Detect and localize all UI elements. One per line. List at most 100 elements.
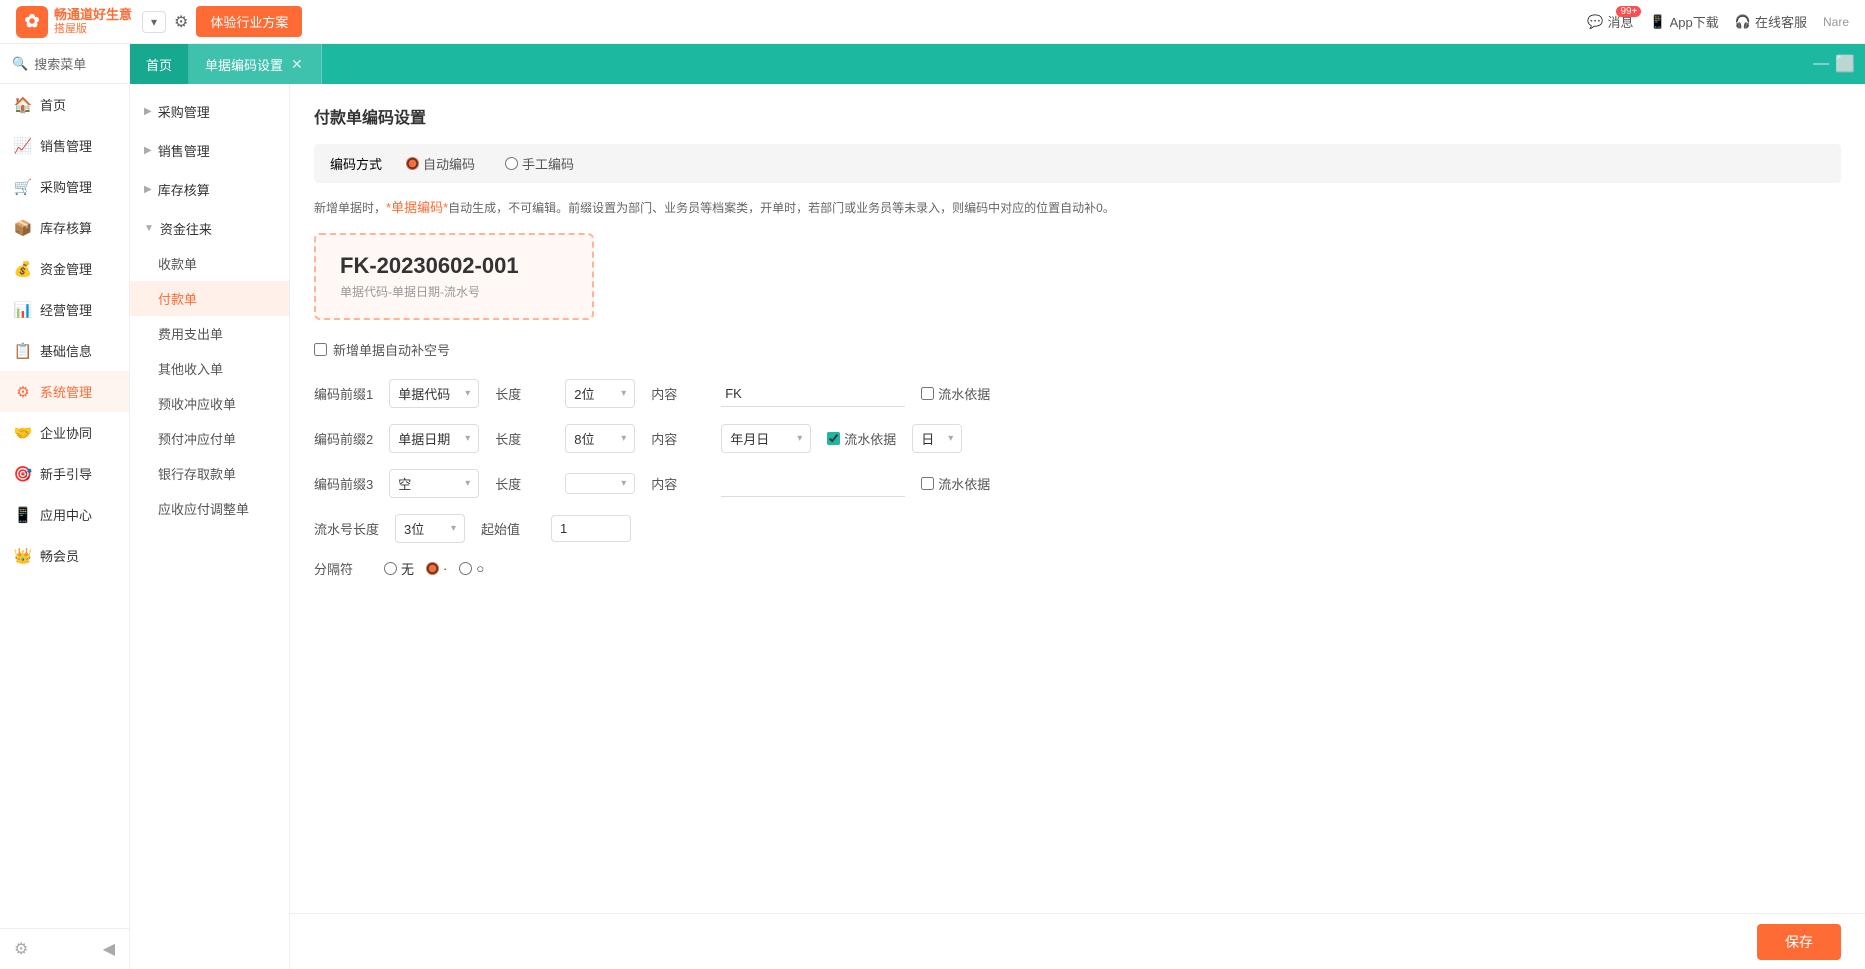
- prefix2-select[interactable]: 单据日期 ▾: [389, 424, 479, 453]
- stream1-checkbox[interactable]: [921, 387, 934, 400]
- sep-none-label[interactable]: 无: [384, 559, 414, 578]
- sidebar-item-collab[interactable]: 🤝 企业协同: [0, 412, 129, 453]
- sep-circle-radio[interactable]: [459, 562, 472, 575]
- auto-code-radio[interactable]: [406, 157, 419, 170]
- tab-close-button[interactable]: ✕: [289, 57, 305, 71]
- online-service-button[interactable]: 🎧 在线客服: [1735, 12, 1807, 31]
- coding-method-label: 编码方式: [330, 154, 382, 173]
- preview-code: FK-20230602-001: [340, 253, 568, 279]
- content2-select[interactable]: 年月日 ▾: [721, 424, 811, 453]
- dropdown-button[interactable]: ▾: [142, 11, 166, 33]
- sidebar-collapse-icon[interactable]: ◀: [103, 939, 115, 959]
- service-label: 在线客服: [1755, 12, 1807, 31]
- search-label: 搜索菜单: [34, 54, 86, 73]
- auto-fill-checkbox[interactable]: [314, 343, 327, 356]
- stream2-check-label[interactable]: 流水依据: [827, 429, 896, 448]
- trial-button[interactable]: 体验行业方案: [196, 6, 302, 37]
- length1-select[interactable]: 2位 ▾: [565, 379, 635, 408]
- start-value-input[interactable]: [551, 515, 631, 542]
- sep-dot-label[interactable]: ·: [426, 561, 447, 576]
- sub-menu-item-other-income[interactable]: 其他收入单: [130, 351, 289, 386]
- sidebar-item-apps[interactable]: 📱 应用中心: [0, 494, 129, 535]
- stream2-period-select[interactable]: 日 ▾: [912, 424, 962, 453]
- sub-menu-inventory-header[interactable]: ▶ 库存核算: [130, 172, 289, 207]
- settings-icon-button[interactable]: ⚙: [174, 12, 188, 32]
- separator-label: 分隔符: [314, 559, 368, 578]
- sidebar-item-purchase[interactable]: 🛒 采购管理: [0, 166, 129, 207]
- chevron-down-icon: ▾: [621, 433, 626, 444]
- tab-minimize-button[interactable]: —: [1813, 55, 1829, 73]
- sub-menu-capital-header[interactable]: ▼ 资金往来: [130, 211, 289, 246]
- prefix1-select[interactable]: 单据代码 ▾: [389, 379, 479, 408]
- username-label: Nare: [1823, 15, 1849, 29]
- sidebar-item-inventory[interactable]: 📦 库存核算: [0, 207, 129, 248]
- sales-icon: 📈: [14, 137, 32, 155]
- sep-circle-label[interactable]: ○: [459, 561, 484, 576]
- length2-select[interactable]: 8位 ▾: [565, 424, 635, 453]
- length3-label: 长度: [495, 474, 549, 493]
- sub-menu-item-advance-recv[interactable]: 预收冲应收单: [130, 386, 289, 421]
- top-bar-right: 💬 消息 99+ 📱 App下载 🎧 在线客服 Nare: [1587, 12, 1849, 31]
- sub-menu-sales-header[interactable]: ▶ 销售管理: [130, 133, 289, 168]
- sub-menu-group-inventory: ▶ 库存核算: [130, 172, 289, 207]
- sidebar-item-finance[interactable]: 💰 资金管理: [0, 248, 129, 289]
- auto-code-label: 自动编码: [423, 154, 475, 173]
- tab-maximize-button[interactable]: ⬜: [1835, 54, 1855, 74]
- sub-menu-item-expense[interactable]: 费用支出单: [130, 316, 289, 351]
- content1-input: [721, 381, 905, 407]
- length2-label: 长度: [495, 429, 549, 448]
- manual-code-radio-label[interactable]: 手工编码: [505, 154, 574, 173]
- content3-input[interactable]: [721, 471, 905, 497]
- chevron-down-icon: ▾: [451, 523, 456, 534]
- logo-text: 畅通道好生意 搭屋版: [54, 7, 132, 36]
- sep-none-radio[interactable]: [384, 562, 397, 575]
- page-title: 付款单编码设置: [314, 104, 1841, 128]
- length3-select[interactable]: ▾: [565, 473, 635, 494]
- sidebar-item-sales[interactable]: 📈 销售管理: [0, 125, 129, 166]
- stream2-label: 流水依据: [844, 429, 896, 448]
- sidebar-item-label: 资金管理: [40, 259, 92, 278]
- sidebar-search[interactable]: 🔍 搜索菜单: [0, 44, 129, 84]
- sidebar-item-basic[interactable]: 📋 基础信息: [0, 330, 129, 371]
- message-button[interactable]: 💬 消息 99+: [1587, 12, 1633, 31]
- sub-menu-item-receipt[interactable]: 收款单: [130, 246, 289, 281]
- sub-menu-item-adjust[interactable]: 应收应付调整单: [130, 491, 289, 526]
- home-tab-label: 首页: [146, 55, 172, 74]
- sidebar-settings-icon[interactable]: ⚙: [14, 939, 28, 959]
- stream2-checkbox[interactable]: [827, 432, 840, 445]
- sub-menu-purchase-header[interactable]: ▶ 采购管理: [130, 94, 289, 129]
- search-icon: 🔍: [12, 56, 28, 72]
- chevron-down-icon: ▾: [621, 478, 626, 489]
- stream3-label: 流水依据: [938, 474, 990, 493]
- app-download-button[interactable]: 📱 App下载: [1649, 12, 1718, 31]
- sidebar-item-system[interactable]: ⚙ 系统管理: [0, 371, 129, 412]
- serial-length-select[interactable]: 3位 ▾: [395, 514, 465, 543]
- auto-code-radio-label[interactable]: 自动编码: [406, 154, 475, 173]
- sidebar-item-operation[interactable]: 📊 经营管理: [0, 289, 129, 330]
- stream3-checkbox[interactable]: [921, 477, 934, 490]
- sub-menu-item-advance-pay[interactable]: 预付冲应付单: [130, 421, 289, 456]
- stream3-check-label[interactable]: 流水依据: [921, 474, 990, 493]
- sidebar-item-guide[interactable]: 🎯 新手引导: [0, 453, 129, 494]
- serial-length-label: 流水号长度: [314, 519, 379, 538]
- page-content: 付款单编码设置 编码方式 自动编码 手工编码: [290, 84, 1865, 969]
- sub-menu-item-payment[interactable]: 付款单: [130, 281, 289, 316]
- sub-menu-item-bank[interactable]: 银行存取款单: [130, 456, 289, 491]
- stream1-check-label[interactable]: 流水依据: [921, 384, 990, 403]
- config-row-3: 编码前缀3 空 ▾ 长度 ▾ 内容: [314, 469, 1841, 498]
- sidebar-item-home[interactable]: 🏠 首页: [0, 84, 129, 125]
- save-button[interactable]: 保存: [1757, 924, 1841, 960]
- manual-code-radio[interactable]: [505, 157, 518, 170]
- chevron-down-icon: ▾: [621, 388, 626, 399]
- tab-doc-code-settings[interactable]: 单据编码设置 ✕: [189, 44, 322, 84]
- prefix2-value: 单据日期: [398, 429, 450, 448]
- sidebar-item-label: 基础信息: [40, 341, 92, 360]
- sidebar-item-member[interactable]: 👑 畅会员: [0, 535, 129, 576]
- logo-subtitle: 搭屋版: [54, 23, 132, 36]
- sep-circle-text: ○: [476, 561, 484, 576]
- sep-dot-radio[interactable]: [426, 562, 439, 575]
- tab-home[interactable]: 首页: [130, 44, 189, 84]
- sidebar-item-label: 采购管理: [40, 177, 92, 196]
- tab-bar: 首页 单据编码设置 ✕ — ⬜: [130, 44, 1865, 84]
- prefix3-select[interactable]: 空 ▾: [389, 469, 479, 498]
